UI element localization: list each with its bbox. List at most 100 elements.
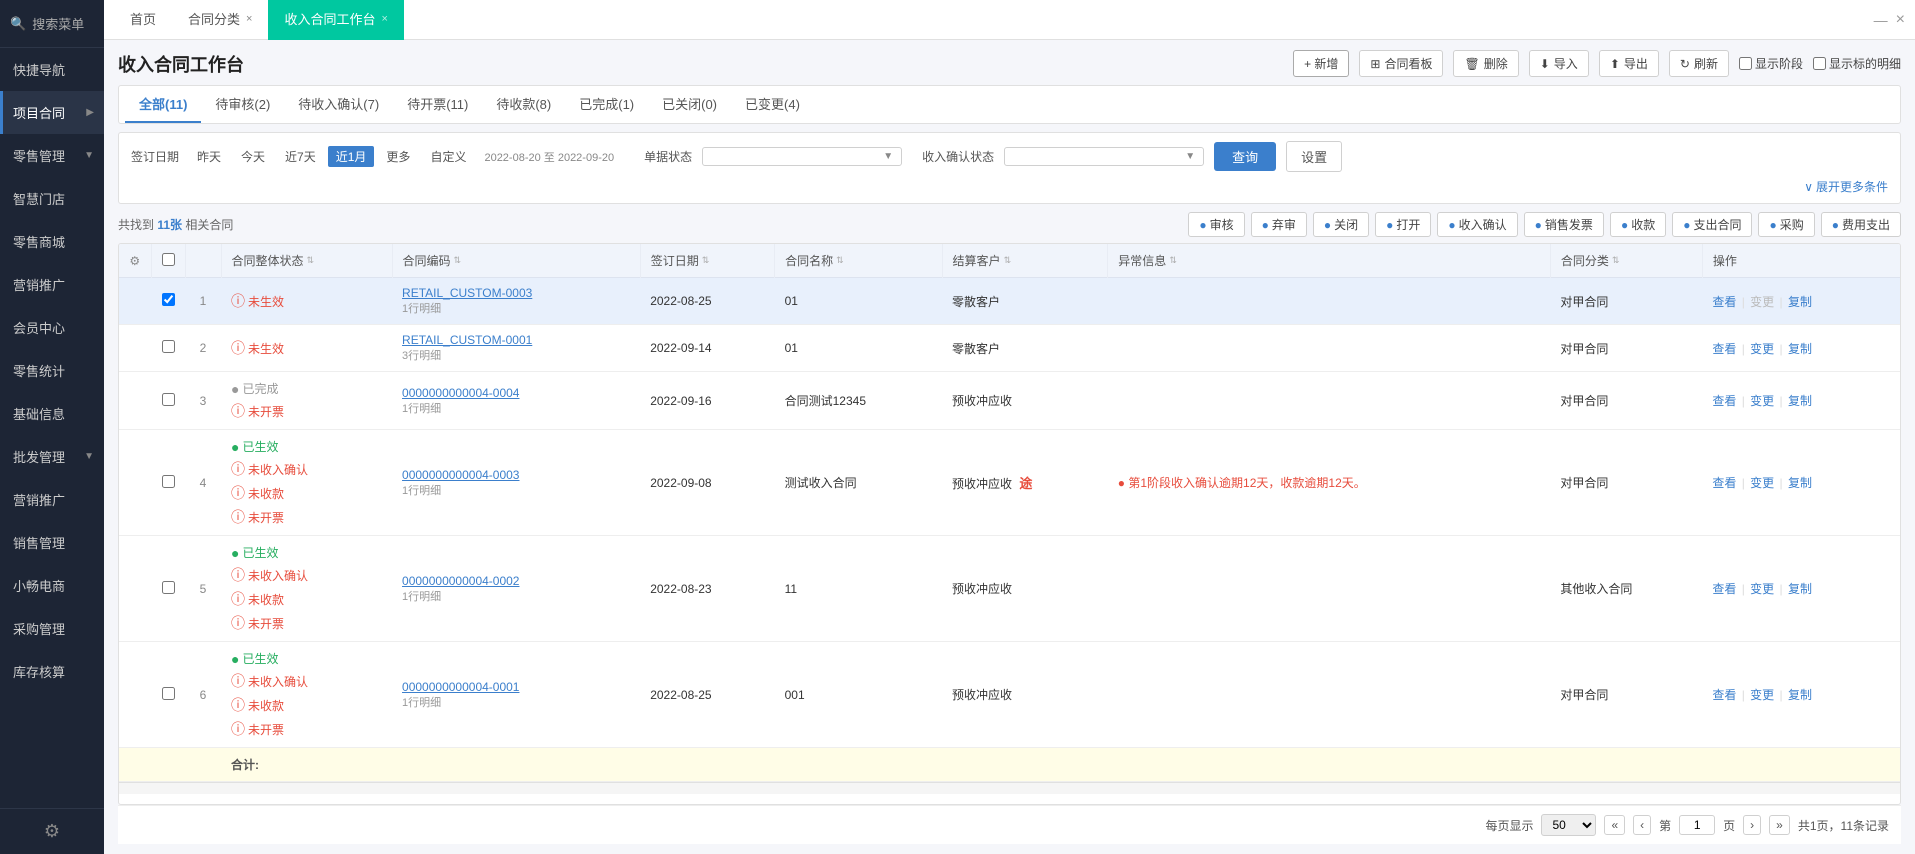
status-tab-pending-invoice[interactable]: 待开票(11) xyxy=(393,86,482,123)
page-size-select[interactable]: 50 100 200 xyxy=(1541,814,1596,836)
sidebar-item-retail-shop[interactable]: 零售商城 xyxy=(0,220,104,263)
contract-code-link[interactable]: RETAIL_CUSTOM-0003 xyxy=(402,286,532,300)
window-close-icon[interactable]: × xyxy=(1896,11,1905,29)
purchase-button[interactable]: ● 采购 xyxy=(1758,212,1814,237)
select-all-checkbox[interactable] xyxy=(162,253,175,266)
tab-contract-category[interactable]: 合同分类 × xyxy=(172,0,268,40)
status-tab-closed[interactable]: 已关闭(0) xyxy=(648,86,731,123)
view-button[interactable]: 查看 xyxy=(1712,295,1736,309)
show-detail-checkbox[interactable]: 显示标的明细 xyxy=(1813,55,1901,72)
abandon-audit-button[interactable]: ● 弃审 xyxy=(1251,212,1307,237)
import-button[interactable]: ⬇ 导入 xyxy=(1529,50,1589,77)
sort-icon[interactable]: ⇅ xyxy=(1169,255,1177,266)
copy-button[interactable]: 复制 xyxy=(1788,394,1812,408)
add-button[interactable]: + 新增 xyxy=(1293,50,1349,77)
view-button[interactable]: 查看 xyxy=(1712,476,1736,490)
sidebar-item-wholesale[interactable]: 批发管理 ▼ xyxy=(0,435,104,478)
sort-icon[interactable]: ⇅ xyxy=(454,255,462,266)
sidebar-item-basic-info[interactable]: 基础信息 xyxy=(0,392,104,435)
contract-code-link[interactable]: RETAIL_CUSTOM-0001 xyxy=(402,333,532,347)
copy-button[interactable]: 复制 xyxy=(1788,342,1812,356)
sidebar-search[interactable]: 🔍 搜索菜单 xyxy=(0,0,104,48)
kanban-button[interactable]: ⊞ 合同看板 xyxy=(1359,50,1443,77)
expense-contract-button[interactable]: ● 支出合同 xyxy=(1672,212,1752,237)
edit-button[interactable]: 变更 xyxy=(1750,688,1774,702)
sidebar-item-marketing2[interactable]: 营销推广 xyxy=(0,478,104,521)
next-page-button[interactable]: › xyxy=(1743,815,1761,835)
export-button[interactable]: ⬆ 导出 xyxy=(1599,50,1659,77)
row-checkbox[interactable] xyxy=(151,325,185,372)
th-gear[interactable]: ⚙ xyxy=(119,244,151,278)
sort-icon[interactable]: ⇅ xyxy=(1612,255,1620,266)
view-button[interactable]: 查看 xyxy=(1712,394,1736,408)
tab-home[interactable]: 首页 xyxy=(114,0,172,40)
sidebar-item-member[interactable]: 会员中心 xyxy=(0,306,104,349)
row-checkbox[interactable] xyxy=(151,536,185,642)
tab-close-icon[interactable]: × xyxy=(246,13,252,25)
contract-code-link[interactable]: 0000000000004-0004 xyxy=(402,386,519,400)
date-opt-custom[interactable]: 自定义 xyxy=(422,146,474,167)
contract-code-link[interactable]: 0000000000004-0001 xyxy=(402,680,519,694)
page-number-input[interactable] xyxy=(1679,815,1715,835)
row-checkbox[interactable] xyxy=(151,430,185,536)
status-tab-pending-income-confirm[interactable]: 待收入确认(7) xyxy=(284,86,393,123)
edit-button[interactable]: 变更 xyxy=(1750,476,1774,490)
copy-button[interactable]: 复制 xyxy=(1788,476,1812,490)
collect-payment-button[interactable]: ● 收款 xyxy=(1610,212,1666,237)
sidebar-item-project[interactable]: 项目合同 ▶ xyxy=(0,91,104,134)
first-page-button[interactable]: « xyxy=(1604,815,1625,835)
document-status-select[interactable]: ▼ xyxy=(702,147,902,166)
edit-button[interactable]: 变更 xyxy=(1750,342,1774,356)
tab-income-workbench[interactable]: 收入合同工作台 × xyxy=(268,0,403,40)
sidebar-item-sales-mgmt[interactable]: 销售管理 xyxy=(0,521,104,564)
date-opt-1month[interactable]: 近1月 xyxy=(328,146,375,167)
refresh-button[interactable]: ↻ 刷新 xyxy=(1669,50,1729,77)
prev-page-button[interactable]: ‹ xyxy=(1633,815,1651,835)
row-checkbox[interactable] xyxy=(151,372,185,430)
view-button[interactable]: 查看 xyxy=(1712,688,1736,702)
copy-button[interactable]: 复制 xyxy=(1788,582,1812,596)
sort-icon[interactable]: ⇅ xyxy=(836,255,844,266)
date-opt-today[interactable]: 今天 xyxy=(233,146,273,167)
view-button[interactable]: 查看 xyxy=(1712,342,1736,356)
setting-button[interactable]: 设置 xyxy=(1286,141,1342,172)
sidebar-item-smart-store[interactable]: 智慧门店 xyxy=(0,177,104,220)
horizontal-scrollbar[interactable] xyxy=(119,782,1900,794)
tab-close-icon[interactable]: × xyxy=(381,13,387,25)
window-minimize-icon[interactable]: — xyxy=(1874,12,1888,28)
view-button[interactable]: 查看 xyxy=(1712,582,1736,596)
status-tab-pending-review[interactable]: 待审核(2) xyxy=(201,86,284,123)
settings-button[interactable]: ⚙ xyxy=(0,808,104,854)
status-tab-completed[interactable]: 已完成(1) xyxy=(565,86,648,123)
expense-payout-button[interactable]: ● 费用支出 xyxy=(1821,212,1901,237)
delete-button[interactable]: 🗑 删除 xyxy=(1453,50,1518,77)
sidebar-item-quicknav[interactable]: 快捷导航 xyxy=(0,48,104,91)
th-checkbox[interactable] xyxy=(151,244,185,278)
status-tab-changed[interactable]: 已变更(4) xyxy=(731,86,814,123)
audit-button[interactable]: ● 审核 xyxy=(1188,212,1244,237)
search-button[interactable]: 查询 xyxy=(1214,142,1276,171)
status-tab-pending-payment[interactable]: 待收款(8) xyxy=(482,86,565,123)
sidebar-item-retail-stats[interactable]: 零售统计 xyxy=(0,349,104,392)
row-checkbox[interactable] xyxy=(151,278,185,325)
sidebar-item-purchase[interactable]: 采购管理 xyxy=(0,607,104,650)
sidebar-item-retail-mgmt[interactable]: 零售管理 ▼ xyxy=(0,134,104,177)
sort-icon[interactable]: ⇅ xyxy=(307,255,315,266)
sidebar-item-inventory[interactable]: 库存核算 xyxy=(0,650,104,693)
copy-button[interactable]: 复制 xyxy=(1788,688,1812,702)
sort-icon[interactable]: ⇅ xyxy=(702,255,710,266)
contract-code-link[interactable]: 0000000000004-0003 xyxy=(402,468,519,482)
edit-button[interactable]: 变更 xyxy=(1750,582,1774,596)
copy-button[interactable]: 复制 xyxy=(1788,295,1812,309)
row-checkbox[interactable] xyxy=(151,642,185,748)
date-opt-yesterday[interactable]: 昨天 xyxy=(189,146,229,167)
close-contract-button[interactable]: ● 关闭 xyxy=(1313,212,1369,237)
open-contract-button[interactable]: ● 打开 xyxy=(1375,212,1431,237)
date-opt-more[interactable]: 更多 xyxy=(378,146,418,167)
last-page-button[interactable]: » xyxy=(1769,815,1790,835)
date-opt-7days[interactable]: 近7天 xyxy=(277,146,324,167)
status-tab-all[interactable]: 全部(11) xyxy=(125,86,201,123)
show-stages-checkbox[interactable]: 显示阶段 xyxy=(1739,55,1803,72)
sort-icon[interactable]: ⇅ xyxy=(1004,255,1012,266)
sales-invoice-button[interactable]: ● 销售发票 xyxy=(1524,212,1604,237)
